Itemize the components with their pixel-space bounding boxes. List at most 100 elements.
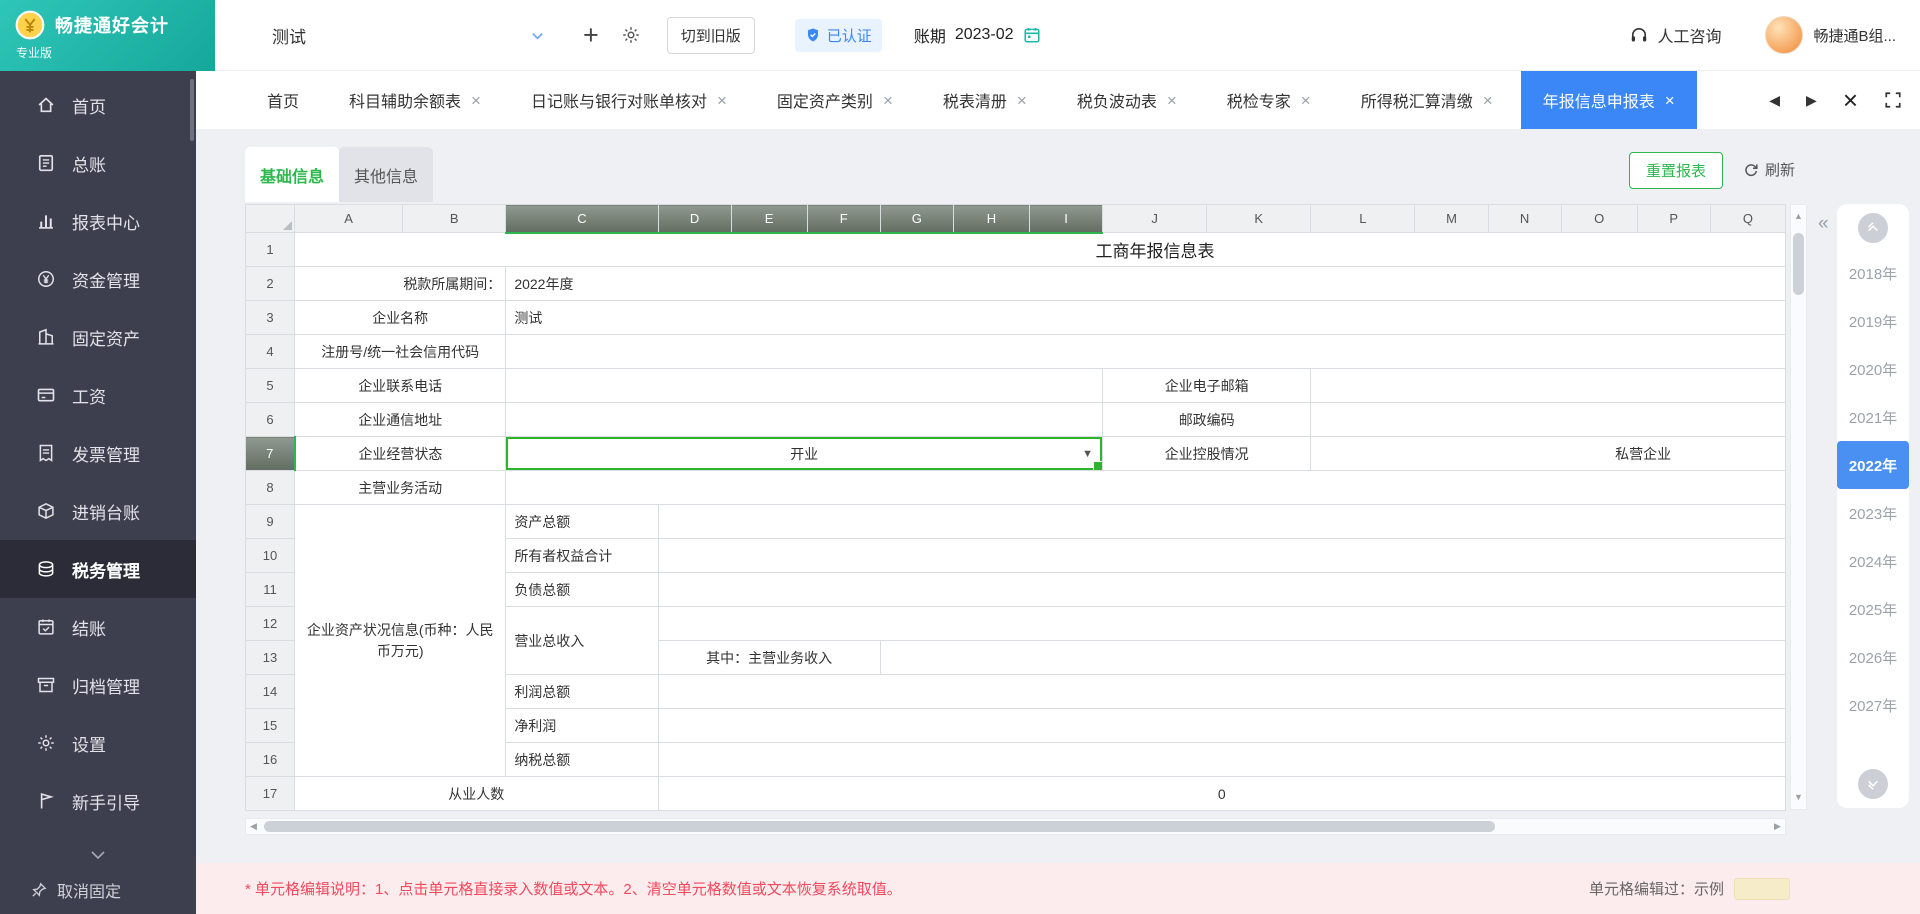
cell-total-tax-label[interactable]: 纳税总额 (505, 742, 659, 777)
select-all-corner[interactable] (244, 204, 296, 233)
column-header[interactable]: I (1028, 204, 1104, 234)
sidebar-scroll-more-icon[interactable] (0, 850, 196, 860)
switch-old-version-button[interactable]: 切到旧版 (666, 16, 755, 54)
column-header[interactable]: F (806, 204, 881, 234)
cell-main-business-value[interactable] (505, 470, 1786, 505)
years-scroll-down-button[interactable] (1858, 769, 1888, 799)
sidebar-item[interactable]: 首页 (0, 76, 196, 134)
cell-business-status-dropdown[interactable]: 开业 ▼ (505, 436, 1104, 471)
gear-icon[interactable] (621, 25, 641, 45)
column-header[interactable]: M (1414, 204, 1489, 233)
column-header[interactable]: O (1560, 204, 1638, 233)
cell-revenue-value[interactable] (657, 606, 1786, 641)
cell-net-profit-value[interactable] (657, 708, 1786, 743)
sidebar-item[interactable]: 结账 (0, 598, 196, 656)
column-header[interactable]: B (402, 204, 507, 233)
workspace-tab[interactable]: 科目辅助余额表 × (327, 71, 503, 129)
year-item[interactable]: 2019年 (1837, 297, 1909, 345)
vertical-scrollbar-thumb[interactable] (1793, 233, 1804, 295)
row-header[interactable]: 16 (244, 742, 296, 777)
workspace-tab[interactable]: 日记账与银行对账单核对 × (509, 71, 749, 129)
cell-employees-label[interactable]: 从业人数 (294, 776, 659, 811)
tab-close-icon[interactable]: × (883, 92, 893, 109)
row-header[interactable]: 2 (244, 266, 296, 301)
cell-tax-period-label[interactable]: 税款所属期间： (294, 266, 507, 301)
cell-total-assets-value[interactable] (657, 504, 1786, 539)
period-value[interactable]: 2023-02 (955, 26, 1014, 44)
row-header[interactable]: 8 (244, 470, 296, 505)
cell-main-revenue-value[interactable] (879, 640, 1787, 675)
row-header[interactable]: 15 (244, 708, 296, 743)
column-header[interactable]: K (1206, 204, 1312, 233)
report-subtab[interactable]: 其他信息 (339, 147, 434, 202)
row-header[interactable]: 5 (244, 368, 296, 403)
cell-total-assets-label[interactable]: 资产总额 (505, 504, 659, 539)
reset-report-button[interactable]: 重置报表 (1628, 152, 1723, 189)
column-header[interactable]: P (1636, 204, 1711, 233)
tab-close-icon[interactable]: × (1483, 92, 1493, 109)
workspace-tab[interactable]: 所得税汇算清缴 × (1339, 71, 1515, 129)
company-select[interactable]: 测试 (272, 23, 545, 48)
cell-tax-period-value[interactable]: 2022年度 (505, 266, 1786, 301)
cell-holding-label[interactable]: 企业控股情况 (1102, 436, 1312, 471)
support-button[interactable]: 人工咨询 (1629, 23, 1721, 47)
column-header[interactable]: C (505, 204, 659, 234)
cell-main-business-label[interactable]: 主营业务活动 (294, 470, 507, 505)
row-header[interactable]: 10 (244, 538, 296, 573)
year-item[interactable]: 2021年 (1837, 393, 1909, 441)
sidebar-item[interactable]: 总账 (0, 134, 196, 192)
column-header[interactable]: D (657, 204, 732, 234)
close-all-tabs-button[interactable]: × (1843, 87, 1858, 113)
scroll-tabs-left-button[interactable]: ◀ (1769, 92, 1780, 109)
cell-liabilities-value[interactable] (657, 572, 1786, 607)
sidebar-scrollbar-thumb[interactable] (190, 79, 194, 141)
row-header-selected[interactable]: 7 (244, 436, 296, 471)
workspace-tab[interactable]: 税检专家 × (1205, 71, 1333, 129)
row-header[interactable]: 11 (244, 572, 296, 607)
dropdown-arrow-icon[interactable]: ▼ (1082, 448, 1093, 460)
row-header[interactable]: 12 (244, 606, 296, 641)
year-item[interactable]: 2023年 (1837, 489, 1909, 537)
calendar-icon[interactable] (1023, 26, 1041, 44)
row-header[interactable]: 14 (244, 674, 296, 709)
tab-close-icon[interactable]: × (1665, 92, 1675, 109)
column-header[interactable]: E (730, 204, 808, 234)
column-header[interactable]: A (294, 204, 404, 233)
years-scroll-up-button[interactable] (1858, 213, 1888, 243)
collapse-year-panel-icon[interactable]: « (1818, 213, 1829, 235)
add-account-button[interactable]: + (583, 21, 599, 49)
cell-owners-equity-value[interactable] (657, 538, 1786, 573)
column-header[interactable]: L (1310, 204, 1416, 233)
cell-registration-label[interactable]: 注册号/统一社会信用代码 (294, 334, 507, 369)
refresh-button[interactable]: 刷新 (1743, 159, 1795, 180)
sidebar-item[interactable]: 工资 (0, 366, 196, 424)
row-header[interactable]: 9 (244, 504, 296, 539)
certified-badge[interactable]: 已认证 (794, 18, 882, 52)
workspace-tab[interactable]: 固定资产类别 × (755, 71, 915, 129)
workspace-tab[interactable]: 税表清册 × (921, 71, 1049, 129)
row-header[interactable]: 4 (244, 334, 296, 369)
cell-profit-value[interactable] (657, 674, 1786, 709)
sidebar-item[interactable]: 新手引导 (0, 772, 196, 830)
cell-address-value[interactable] (505, 402, 1104, 437)
horizontal-scrollbar-thumb[interactable] (264, 821, 1496, 832)
column-header[interactable]: G (879, 204, 954, 234)
sidebar-item[interactable]: 报表中心 (0, 192, 196, 250)
column-header[interactable]: N (1487, 204, 1562, 233)
year-item[interactable]: 2026年 (1837, 633, 1909, 681)
column-header[interactable]: J (1102, 204, 1208, 233)
horizontal-scrollbar[interactable]: ◀ ▶ (245, 818, 1786, 835)
cell-total-tax-value[interactable] (657, 742, 1786, 777)
cell-sheet-title[interactable]: 工商年报信息表 (294, 232, 1786, 267)
cell-employees-value[interactable]: 0 (657, 776, 1786, 811)
cell-net-profit-label[interactable]: 净利润 (505, 708, 659, 743)
column-header[interactable]: H (952, 204, 1030, 234)
cell-owners-equity-label[interactable]: 所有者权益合计 (505, 538, 659, 573)
cell-company-name-label[interactable]: 企业名称 (294, 300, 507, 335)
sidebar-item[interactable]: 设置 (0, 714, 196, 772)
scroll-tabs-right-button[interactable]: ▶ (1806, 92, 1817, 109)
sidebar-item[interactable]: 进销台账 (0, 482, 196, 540)
fullscreen-icon[interactable] (1884, 91, 1902, 109)
column-header[interactable]: Q (1709, 204, 1787, 233)
cell-registration-value[interactable] (505, 334, 1786, 369)
